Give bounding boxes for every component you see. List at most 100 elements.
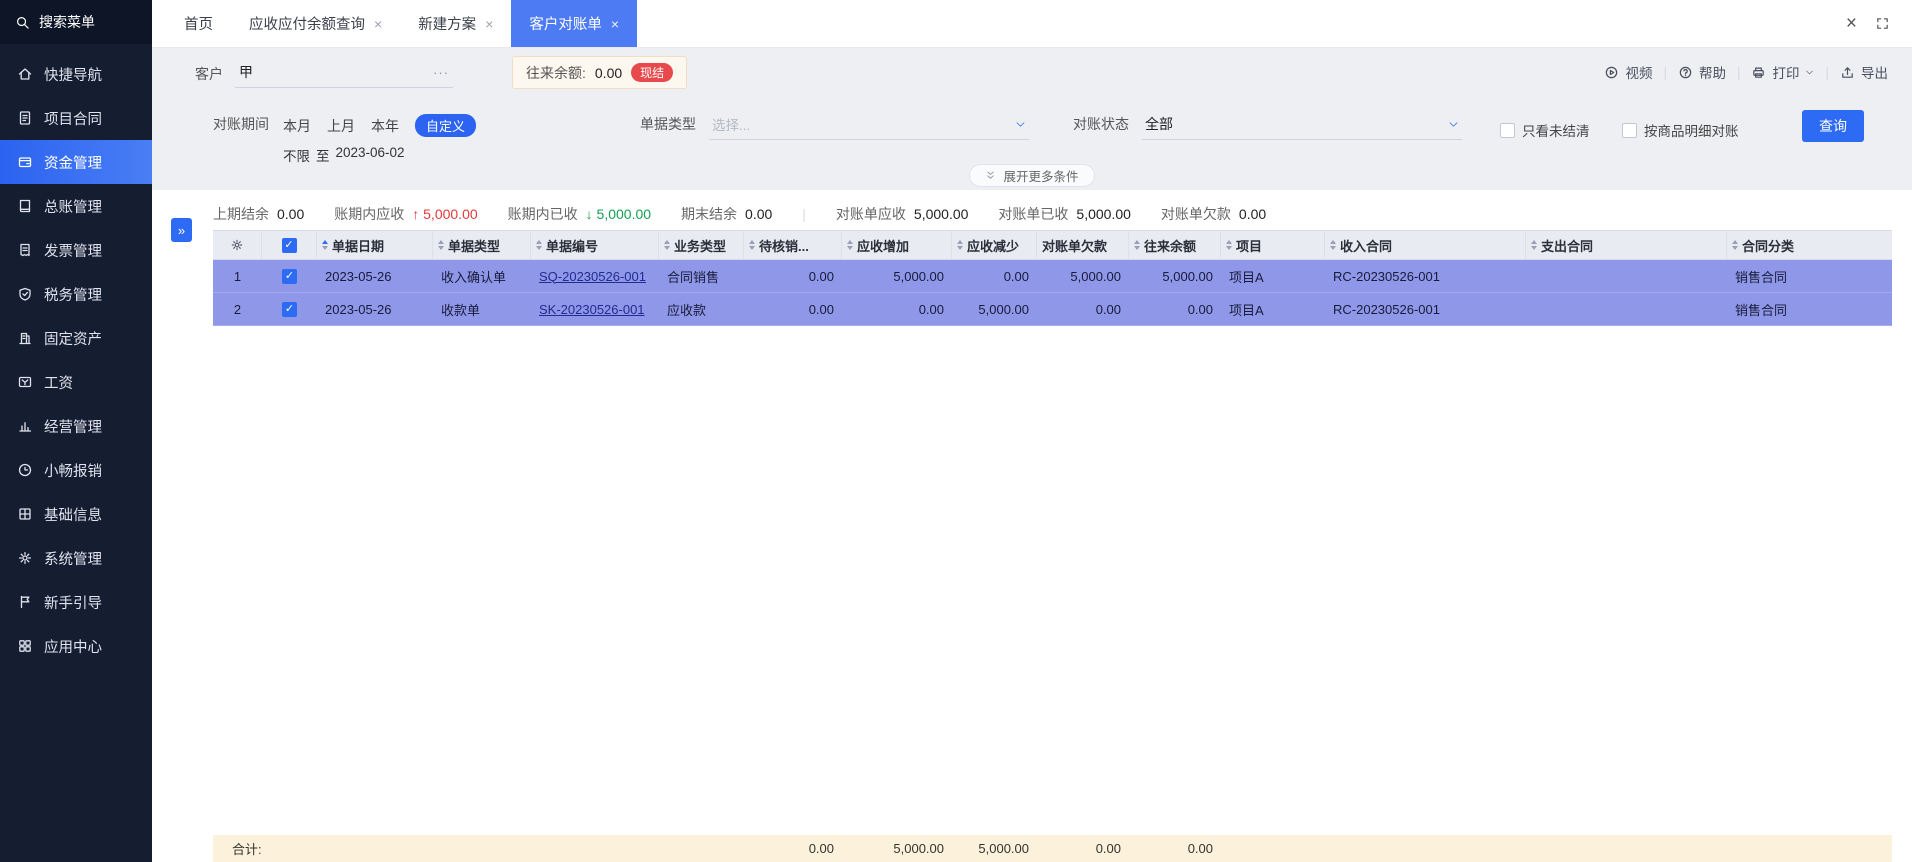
column-header-pending[interactable]: 待核销...: [744, 231, 842, 259]
period-option-this-year[interactable]: 本年: [371, 116, 399, 136]
query-button[interactable]: 查询: [1802, 110, 1864, 142]
tab-new-plan[interactable]: 新建方案 ×: [400, 0, 511, 47]
search-icon: [15, 15, 30, 30]
cell-doc-date: 2023-05-26: [325, 268, 392, 284]
cell-biz-type: 合同销售: [667, 269, 720, 285]
close-icon[interactable]: ×: [611, 16, 619, 32]
close-icon[interactable]: ×: [485, 16, 493, 32]
range-separator: 至: [316, 149, 330, 164]
range-end-date[interactable]: 2023-06-02: [336, 145, 405, 165]
period-option-last-month[interactable]: 上月: [327, 116, 355, 136]
checkbox-by-item-detail[interactable]: 按商品明细对账: [1622, 120, 1739, 140]
row-checkbox[interactable]: ✓: [282, 301, 297, 317]
video-button[interactable]: 视频: [1604, 62, 1652, 82]
sidebar-item-funds[interactable]: 资金管理: [0, 140, 152, 184]
doc-no-link[interactable]: SQ-20230526-001: [539, 269, 646, 284]
customer-input[interactable]: 甲 ···: [235, 60, 453, 88]
period-range: 不限 至 2023-06-02: [283, 145, 476, 165]
sidebar-item-project-contract[interactable]: 项目合同: [0, 96, 152, 140]
cell-doc-no: SQ-20230526-001: [531, 260, 659, 292]
more-icon[interactable]: ···: [433, 65, 449, 80]
sidebar-item-app-center[interactable]: 应用中心: [0, 624, 152, 668]
column-header-increase[interactable]: 应收增加: [842, 231, 952, 259]
column-header-project[interactable]: 项目: [1221, 231, 1325, 259]
table-header: ✓ 单据日期 单据类型 单据编号 业务类型 待核销... 应收增加 应收减少 对…: [213, 230, 1892, 260]
sidebar-search[interactable]: 搜索菜单: [0, 0, 152, 44]
toolbar: 客户 甲 ··· 往来余额: 0.00 现结 视频 | 帮助 | 打印 | 导出…: [152, 48, 1912, 190]
sidebar-item-salary[interactable]: 工资: [0, 360, 152, 404]
doc-no-link[interactable]: SK-20230526-001: [539, 302, 645, 317]
tab-customer-statement[interactable]: 客户对账单 ×: [511, 0, 638, 47]
sidebar-item-quick-nav[interactable]: 快捷导航: [0, 52, 152, 96]
book-icon: [17, 198, 33, 214]
settle-badge: 现结: [631, 63, 674, 82]
doc-type-select[interactable]: 选择...: [709, 114, 1029, 140]
close-window-icon[interactable]: ×: [1846, 14, 1857, 33]
main-area: 首页 应收应付余额查询 × 新建方案 × 客户对账单 × × 客户 甲 ··· …: [152, 0, 1912, 862]
tab-home[interactable]: 首页: [166, 0, 231, 47]
column-header-doc-type[interactable]: 单据类型: [433, 231, 531, 259]
export-button[interactable]: 导出: [1840, 62, 1888, 82]
status-select[interactable]: 全部: [1142, 114, 1462, 140]
footer-empty: [1526, 835, 1727, 862]
column-header-doc-date[interactable]: 单据日期: [317, 231, 433, 259]
sidebar-item-label: 应用中心: [44, 639, 102, 656]
column-header-due[interactable]: 对账单欠款: [1037, 231, 1129, 259]
sidebar-item-label: 总账管理: [44, 199, 102, 216]
column-header-balance[interactable]: 往来余额: [1129, 231, 1221, 259]
column-header-expense-contract[interactable]: 支出合同: [1526, 231, 1727, 259]
sidebar-item-invoice[interactable]: 发票管理: [0, 228, 152, 272]
filter-row: 对账期间 本月 上月 本年 自定义 不限 至 2023-06-02 单据类型 选…: [152, 96, 1912, 164]
statement-table: ✓ 单据日期 单据类型 单据编号 业务类型 待核销... 应收增加 应收减少 对…: [213, 230, 1892, 326]
sidebar-item-fixed-assets[interactable]: 固定资产: [0, 316, 152, 360]
sidebar-item-label: 发票管理: [44, 243, 102, 260]
sidebar-item-system[interactable]: 系统管理: [0, 536, 152, 580]
expand-panel-button[interactable]: »: [171, 218, 192, 242]
sidebar-item-general-ledger[interactable]: 总账管理: [0, 184, 152, 228]
cell-project: 项目A: [1229, 302, 1264, 318]
footer-empty: [1325, 835, 1526, 862]
column-header-doc-no[interactable]: 单据编号: [531, 231, 659, 259]
range-start[interactable]: 不限: [283, 145, 310, 165]
cell-expense-contract: [1526, 293, 1727, 325]
checkbox-icon: [1500, 122, 1515, 138]
column-header-income-contract[interactable]: 收入合同: [1325, 231, 1526, 259]
sort-icon: [749, 240, 755, 250]
select-all-checkbox[interactable]: ✓: [281, 237, 297, 253]
column-header-contract-category[interactable]: 合同分类: [1727, 231, 1892, 259]
tab-label: 新建方案: [418, 17, 477, 33]
sidebar-item-operations[interactable]: 经营管理: [0, 404, 152, 448]
cell-due: 0.00: [1095, 301, 1121, 317]
column-header-biz-type[interactable]: 业务类型: [659, 231, 744, 259]
tab-label: 应收应付余额查询: [249, 17, 365, 33]
flag-icon: [17, 594, 33, 610]
period-label: 对账期间: [213, 116, 269, 132]
fullscreen-icon[interactable]: [1875, 16, 1890, 31]
help-button[interactable]: 帮助: [1678, 62, 1726, 82]
checkbox-unsettled-only[interactable]: 只看未结清: [1500, 120, 1590, 140]
period-filter: 对账期间 本月 上月 本年 自定义 不限 至 2023-06-02: [213, 114, 477, 165]
total-label: 合计:: [232, 842, 262, 857]
separator: |: [1663, 64, 1667, 80]
table-row[interactable]: 1 ✓ 2023-05-26 收入确认单 SQ-20230526-001 合同销…: [213, 260, 1892, 293]
doc-type-label: 单据类型: [640, 116, 696, 132]
cell-pending: 0.00: [808, 268, 834, 284]
column-settings-button[interactable]: [213, 231, 262, 259]
sidebar-item-basic-info[interactable]: 基础信息: [0, 492, 152, 536]
app-root: 搜索菜单 快捷导航 项目合同 资金管理 总账管理 发票管理 税务管理 固定资产 …: [0, 0, 1912, 862]
close-icon[interactable]: ×: [374, 16, 382, 32]
column-header-decrease[interactable]: 应收减少: [952, 231, 1037, 259]
expand-more-button[interactable]: 展开更多条件: [969, 164, 1095, 187]
gear-icon: [17, 550, 33, 566]
customer-value: 甲: [239, 64, 253, 80]
print-button[interactable]: 打印: [1751, 62, 1814, 82]
period-option-custom[interactable]: 自定义: [415, 114, 477, 137]
tab-bar: 首页 应收应付余额查询 × 新建方案 × 客户对账单 × ×: [152, 0, 1912, 48]
period-option-this-month[interactable]: 本月: [283, 116, 311, 136]
sidebar-item-reimbursement[interactable]: 小畅报销: [0, 448, 152, 492]
sidebar-item-guide[interactable]: 新手引导: [0, 580, 152, 624]
sidebar-item-tax[interactable]: 税务管理: [0, 272, 152, 316]
tab-balance-query[interactable]: 应收应付余额查询 ×: [231, 0, 400, 47]
table-row[interactable]: 2 ✓ 2023-05-26 收款单 SK-20230526-001 应收款 0…: [213, 293, 1892, 326]
row-checkbox[interactable]: ✓: [282, 268, 297, 284]
